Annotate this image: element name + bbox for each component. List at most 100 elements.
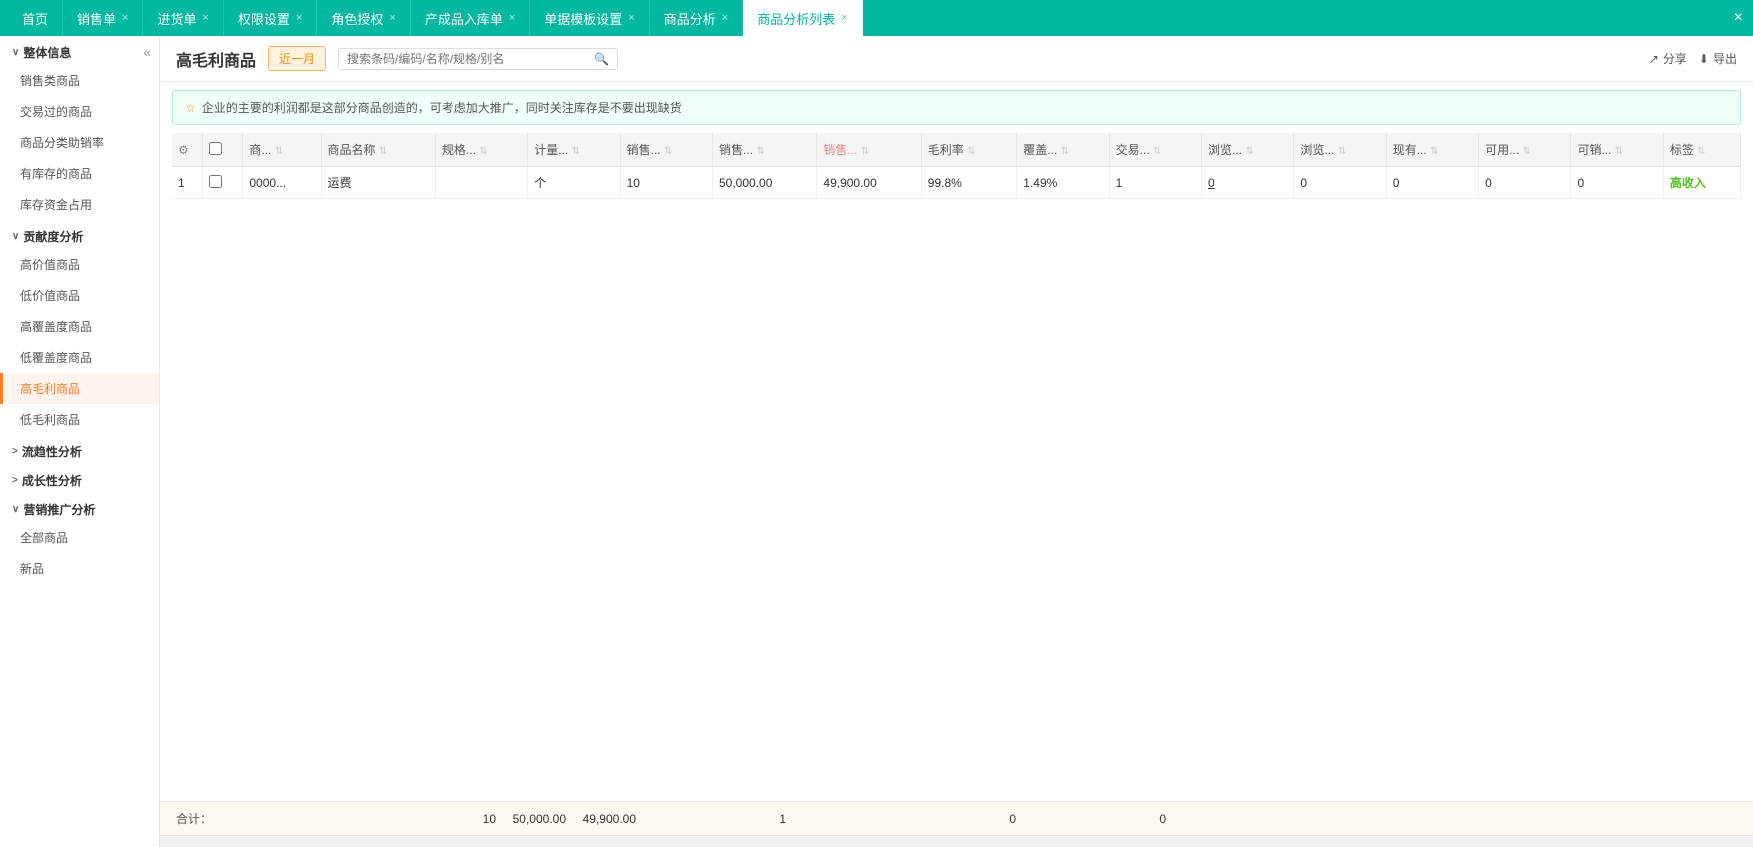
col-settings[interactable]: ⚙ [172,133,202,167]
row-spec [435,167,527,199]
row-stock-saleable: 0 [1571,167,1663,199]
views-link[interactable]: 0 [1208,176,1215,190]
sidebar-item-高毛利商品[interactable]: 高毛利商品 [0,373,159,404]
sidebar-group-流趋性分析[interactable]: > 流趋性分析 [0,435,159,464]
col-sales-amount[interactable]: 销售... ⇅ [712,133,816,167]
row-views2: 0 [1294,167,1386,199]
col-checkbox[interactable] [202,133,243,167]
sidebar-group-营销推广分析[interactable]: ∨ 营销推广分析 [0,493,159,522]
select-all-checkbox[interactable] [209,142,222,155]
nav-close-icon[interactable]: × [122,12,128,24]
col-stock-current[interactable]: 现有... ⇅ [1386,133,1478,167]
export-icon: ⬇ [1699,52,1709,66]
footer-sales-qty: 10 [432,812,502,826]
search-icon[interactable]: 🔍 [594,52,609,66]
nav-item-销售单[interactable]: 销售单× [63,0,143,36]
row-checkbox[interactable] [202,167,243,199]
sidebar-item-商品分类助销率[interactable]: 商品分类助销率 [0,127,159,158]
scrollbar-area[interactable] [160,835,1753,847]
nav-close-icon[interactable]: × [509,12,515,24]
sidebar-item-高价值商品[interactable]: 高价值商品 [0,249,159,280]
share-button[interactable]: ↗ 分享 [1649,50,1687,67]
sidebar-item-库存资金占用[interactable]: 库存资金占用 [0,189,159,220]
row-sales-qty: 10 [620,167,712,199]
sidebar-item-低覆盖度商品[interactable]: 低覆盖度商品 [0,342,159,373]
col-unit[interactable]: 计量... ⇅ [528,133,620,167]
share-icon: ↗ [1649,52,1659,66]
sidebar-item-销售类商品[interactable]: 销售类商品 [0,65,159,96]
row-name: 运费 [321,167,435,199]
footer-spacer2 [642,812,722,826]
content-area: 高毛利商品 近一月 🔍 ↗ 分享 ⬇ 导出 ☆ 企业的主要的利润都是这部分商品创… [160,36,1753,847]
col-stock-usable[interactable]: 可用... ⇅ [1479,133,1571,167]
nav-item-商品分析[interactable]: 商品分析× [650,0,743,36]
footer-label: 合计： [176,810,212,827]
group-title-label: 贡献度分析 [23,228,83,245]
row-code: 0000... [243,167,321,199]
nav-item-首页[interactable]: 首页 [8,0,63,36]
table-wrapper: ⚙ 商... ⇅ 商品名称 ⇅ 规格... ⇅ 计量... ⇅ 销售... ⇅ … [160,133,1753,801]
col-gross-margin[interactable]: 毛利率 ⇅ [921,133,1017,167]
col-sales-qty[interactable]: 销售... ⇅ [620,133,712,167]
nav-item-角色授权[interactable]: 角色授权× [317,0,410,36]
col-coverage[interactable]: 覆盖... ⇅ [1017,133,1109,167]
row-views1[interactable]: 0 [1202,167,1294,199]
footer-values: 10 50,000.00 49,900.00 1 0 0 [232,812,1737,826]
chevron-icon: ∨ [12,504,19,515]
footer-stock-saleable: 0 [1102,812,1172,826]
sidebar-group-贡献度分析[interactable]: ∨贡献度分析 [0,220,159,249]
sidebar-group-成长性分析[interactable]: >成长性分析 [0,464,159,493]
export-button[interactable]: ⬇ 导出 [1699,50,1737,67]
sidebar-item-新品[interactable]: 新品 [0,553,159,584]
row-sales-amount: 50,000.00 [712,167,816,199]
row-tag: 高收入 [1663,167,1740,199]
nav-close-icon[interactable]: × [841,12,847,24]
sidebar-collapse-btn[interactable]: « [143,44,151,60]
close-all-button[interactable]: × [1734,9,1743,27]
sidebar-item-交易过的商品[interactable]: 交易过的商品 [0,96,159,127]
footer-spacer5 [1022,812,1102,826]
nav-item-产成品入库单[interactable]: 产成品入库单× [411,0,530,36]
filter-button[interactable]: 近一月 [268,46,326,71]
col-tag[interactable]: 标签 ⇅ [1663,133,1740,167]
row-checkbox-input[interactable] [209,175,222,188]
main-layout: « ∨整体信息销售类商品交易过的商品商品分类助销率有库存的商品库存资金占用∨贡献… [0,36,1753,847]
group-title-label: 流趋性分析 [22,443,82,460]
col-spec[interactable]: 规格... ⇅ [435,133,527,167]
sidebar-item-低价值商品[interactable]: 低价值商品 [0,280,159,311]
sidebar-item-全部商品[interactable]: 全部商品 [0,522,159,553]
sidebar-item-有库存的商品[interactable]: 有库存的商品 [0,158,159,189]
row-index: 1 [172,167,202,199]
nav-close-icon[interactable]: × [628,12,634,24]
col-views2[interactable]: 浏览... ⇅ [1294,133,1386,167]
data-table: ⚙ 商... ⇅ 商品名称 ⇅ 规格... ⇅ 计量... ⇅ 销售... ⇅ … [172,133,1741,199]
col-name[interactable]: 商品名称 ⇅ [321,133,435,167]
sidebar: « ∨整体信息销售类商品交易过的商品商品分类助销率有库存的商品库存资金占用∨贡献… [0,36,160,847]
footer-transactions: 1 [722,812,792,826]
footer-spacer4 [872,812,952,826]
row-gross-margin: 99.8% [921,167,1017,199]
nav-close-icon[interactable]: × [722,12,728,24]
nav-item-单据模板设置[interactable]: 单据模板设置× [530,0,649,36]
nav-close-icon[interactable]: × [296,12,302,24]
nav-close-icon[interactable]: × [202,12,208,24]
nav-close-icon[interactable]: × [389,12,395,24]
search-input[interactable] [347,52,590,66]
row-transactions: 1 [1109,167,1201,199]
info-banner: ☆ 企业的主要的利润都是这部分商品创造的，可考虑加大推广，同时关注库存是不要出现… [172,90,1741,125]
col-views1[interactable]: 浏览... ⇅ [1202,133,1294,167]
col-sales-cost[interactable]: 销售... ⇅ [817,133,921,167]
nav-item-进货单[interactable]: 进货单× [143,0,223,36]
col-transactions[interactable]: 交易... ⇅ [1109,133,1201,167]
col-code[interactable]: 商... ⇅ [243,133,321,167]
row-coverage: 1.49% [1017,167,1109,199]
col-stock-saleable[interactable]: 可销... ⇅ [1571,133,1663,167]
sidebar-group-整体信息[interactable]: ∨整体信息 [0,36,159,65]
chevron-icon: > [12,446,18,457]
sidebar-item-高覆盖度商品[interactable]: 高覆盖度商品 [0,311,159,342]
nav-item-权限设置[interactable]: 权限设置× [224,0,317,36]
group-title-label: 营销推广分析 [23,501,95,518]
nav-item-商品分析列表[interactable]: 商品分析列表× [743,0,862,36]
sidebar-item-低毛利商品[interactable]: 低毛利商品 [0,404,159,435]
settings-icon[interactable]: ⚙ [178,143,189,157]
